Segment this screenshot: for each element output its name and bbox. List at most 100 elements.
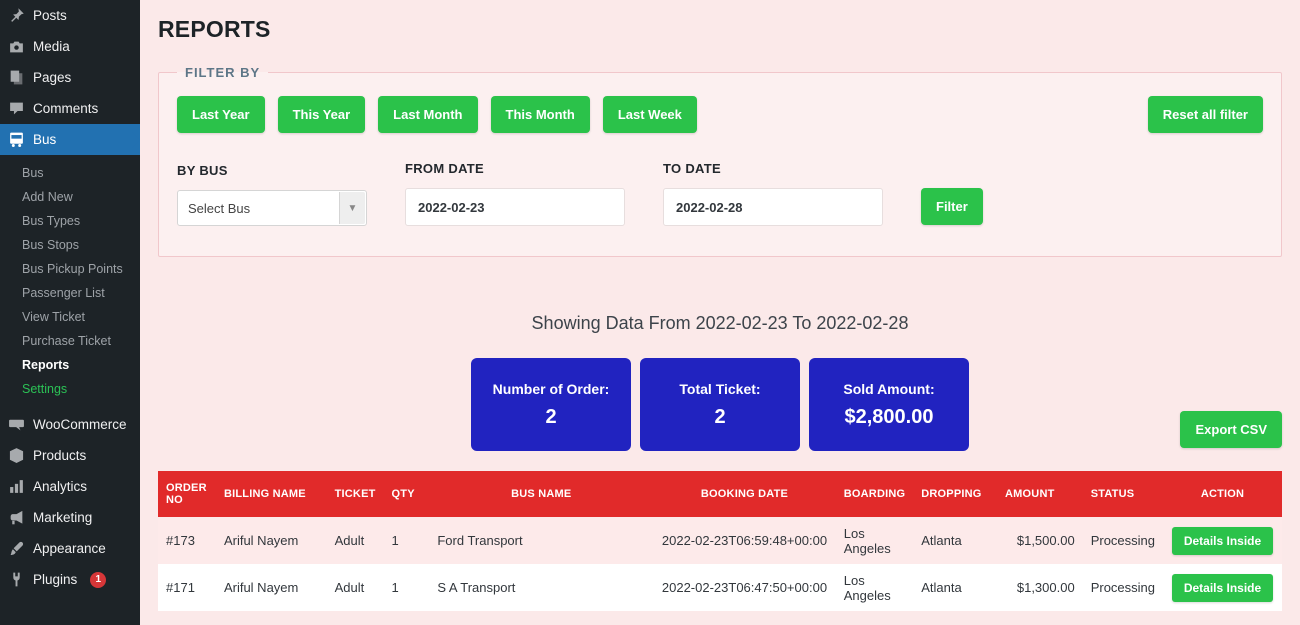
last-week-button[interactable]: Last Week <box>602 96 697 133</box>
header-booking-date: Booking Date <box>653 471 836 517</box>
number-of-order-card: Number of Order: 2 <box>471 358 631 451</box>
cell-status: Processing <box>1090 533 1156 548</box>
sidebar-item-label: Media <box>33 39 70 54</box>
header-action: Action <box>1163 471 1282 517</box>
sidebar-item-marketing[interactable]: Marketing <box>0 502 140 533</box>
sidebar-item-label: Products <box>33 448 87 463</box>
submenu-item-bus-types[interactable]: Bus Types <box>0 209 140 233</box>
header-boarding: Boarding <box>835 471 914 517</box>
last-month-button[interactable]: Last Month <box>378 96 478 133</box>
box-icon <box>8 447 25 464</box>
by-bus-field: BY BUS Select Bus ▼ <box>177 163 367 226</box>
submenu-item-settings[interactable]: Settings <box>0 377 140 401</box>
page-title: REPORTS <box>158 16 271 42</box>
speech-bubble-icon <box>8 100 25 117</box>
submenu-item-add-new[interactable]: Add New <box>0 185 140 209</box>
this-year-button[interactable]: This Year <box>277 96 366 133</box>
sidebar-item-pages[interactable]: Pages <box>0 62 140 93</box>
cell-amount: $1,300.00 <box>1016 580 1075 595</box>
this-month-button[interactable]: This Month <box>490 96 590 133</box>
sidebar-item-comments[interactable]: Comments <box>0 93 140 124</box>
from-date-label: FROM DATE <box>405 161 485 176</box>
sidebar-item-label: Marketing <box>33 510 93 525</box>
sidebar-item-label: Pages <box>33 70 72 85</box>
bus-icon <box>8 131 25 148</box>
main-content: REPORTS FILTER BY Last Year This Year La… <box>140 0 1300 625</box>
sidebar-item-woocommerce[interactable]: WooCommerce <box>0 409 140 440</box>
header-billing-name: Billing Name <box>215 471 327 517</box>
header-qty: Qty <box>383 471 430 517</box>
admin-sidebar: Posts Media Pages Comments Bus Bus Add N… <box>0 0 140 625</box>
brush-icon <box>8 540 25 557</box>
sidebar-item-label: Posts <box>33 8 67 23</box>
card-value: $2,800.00 <box>844 405 934 428</box>
cell-billing-name: Ariful Nayem <box>223 580 299 595</box>
cell-bus-name: Ford Transport <box>437 533 523 548</box>
to-date-field: TO DATE <box>663 161 883 226</box>
reset-all-filter-button[interactable]: Reset all filter <box>1147 96 1263 133</box>
filter-legend: FILTER BY <box>185 65 261 80</box>
bar-chart-icon <box>8 478 25 495</box>
cell-ticket: Adult <box>334 580 365 595</box>
submenu-item-view-ticket[interactable]: View Ticket <box>0 305 140 329</box>
filter-panel: FILTER BY Last Year This Year Last Month… <box>158 65 1282 257</box>
cell-status: Processing <box>1090 580 1156 595</box>
sidebar-item-plugins[interactable]: Plugins 1 <box>0 564 140 595</box>
cell-order-no: #171 <box>166 580 195 595</box>
woocommerce-icon <box>8 416 25 433</box>
sidebar-item-media[interactable]: Media <box>0 31 140 62</box>
header-bus-name: Bus Name <box>429 471 654 517</box>
submenu-item-reports[interactable]: Reports <box>0 353 140 377</box>
details-inside-button[interactable]: Details Inside <box>1171 573 1274 602</box>
submenu-item-bus-stops[interactable]: Bus Stops <box>0 233 140 257</box>
sidebar-item-label: Analytics <box>33 479 88 494</box>
cell-ticket: Adult <box>334 533 365 548</box>
sold-amount-card: Sold Amount: $2,800.00 <box>809 358 969 451</box>
megaphone-icon <box>8 509 25 526</box>
submenu-item-bus-pickup-points[interactable]: Bus Pickup Points <box>0 257 140 281</box>
submenu-item-passenger-list[interactable]: Passenger List <box>0 281 140 305</box>
from-date-input[interactable] <box>405 188 625 226</box>
cell-bus-name: S A Transport <box>437 580 516 595</box>
sidebar-item-label: Plugins <box>33 572 78 587</box>
card-label: Sold Amount: <box>843 380 935 397</box>
last-year-button[interactable]: Last Year <box>177 96 265 133</box>
card-label: Number of Order: <box>492 380 610 397</box>
bus-select-value: Select Bus <box>188 200 251 216</box>
submenu-item-purchase-ticket[interactable]: Purchase Ticket <box>0 329 140 353</box>
plugins-update-badge: 1 <box>90 571 107 588</box>
cell-amount: $1,500.00 <box>1016 533 1075 548</box>
card-value: 2 <box>714 405 726 428</box>
sidebar-item-products[interactable]: Products <box>0 440 140 471</box>
chevron-down-icon: ▼ <box>339 192 365 224</box>
bus-select[interactable]: Select Bus ▼ <box>177 190 367 226</box>
filter-button[interactable]: Filter <box>921 188 983 225</box>
sidebar-item-appearance[interactable]: Appearance <box>0 533 140 564</box>
cell-booking-date: 2022-02-23T06:47:50+00:00 <box>661 580 828 595</box>
plug-icon <box>8 571 25 588</box>
export-csv-button[interactable]: Export CSV <box>1180 411 1282 448</box>
cell-order-no: #173 <box>166 533 195 548</box>
sidebar-item-label: Bus <box>33 132 57 147</box>
cell-qty: 1 <box>391 580 399 595</box>
sidebar-item-label: Appearance <box>33 541 106 556</box>
cell-dropping: Atlanta <box>921 533 962 548</box>
card-label: Total Ticket: <box>679 380 761 397</box>
table-header-row: Order No Billing Name Ticket Qty Bus Nam… <box>158 471 1282 517</box>
sidebar-item-label: Comments <box>33 101 99 116</box>
cell-billing-name: Ariful Nayem <box>223 533 299 548</box>
cell-dropping: Atlanta <box>921 580 962 595</box>
details-inside-button[interactable]: Details Inside <box>1171 526 1274 555</box>
header-ticket: Ticket <box>326 471 384 517</box>
by-bus-label: BY BUS <box>177 163 228 178</box>
total-ticket-card: Total Ticket: 2 <box>640 358 800 451</box>
summary-cards-row: Number of Order: 2 Total Ticket: 2 Sold … <box>158 358 1282 451</box>
sidebar-item-analytics[interactable]: Analytics <box>0 471 140 502</box>
sidebar-item-posts[interactable]: Posts <box>0 0 140 31</box>
submenu-item-bus[interactable]: Bus <box>0 161 140 185</box>
from-date-field: FROM DATE <box>405 161 625 226</box>
cell-boarding: Los Angeles <box>843 572 891 603</box>
table-row: #171 Ariful Nayem Adult 1 S A Transport … <box>158 564 1282 611</box>
to-date-input[interactable] <box>663 188 883 226</box>
sidebar-item-bus[interactable]: Bus <box>0 124 140 155</box>
